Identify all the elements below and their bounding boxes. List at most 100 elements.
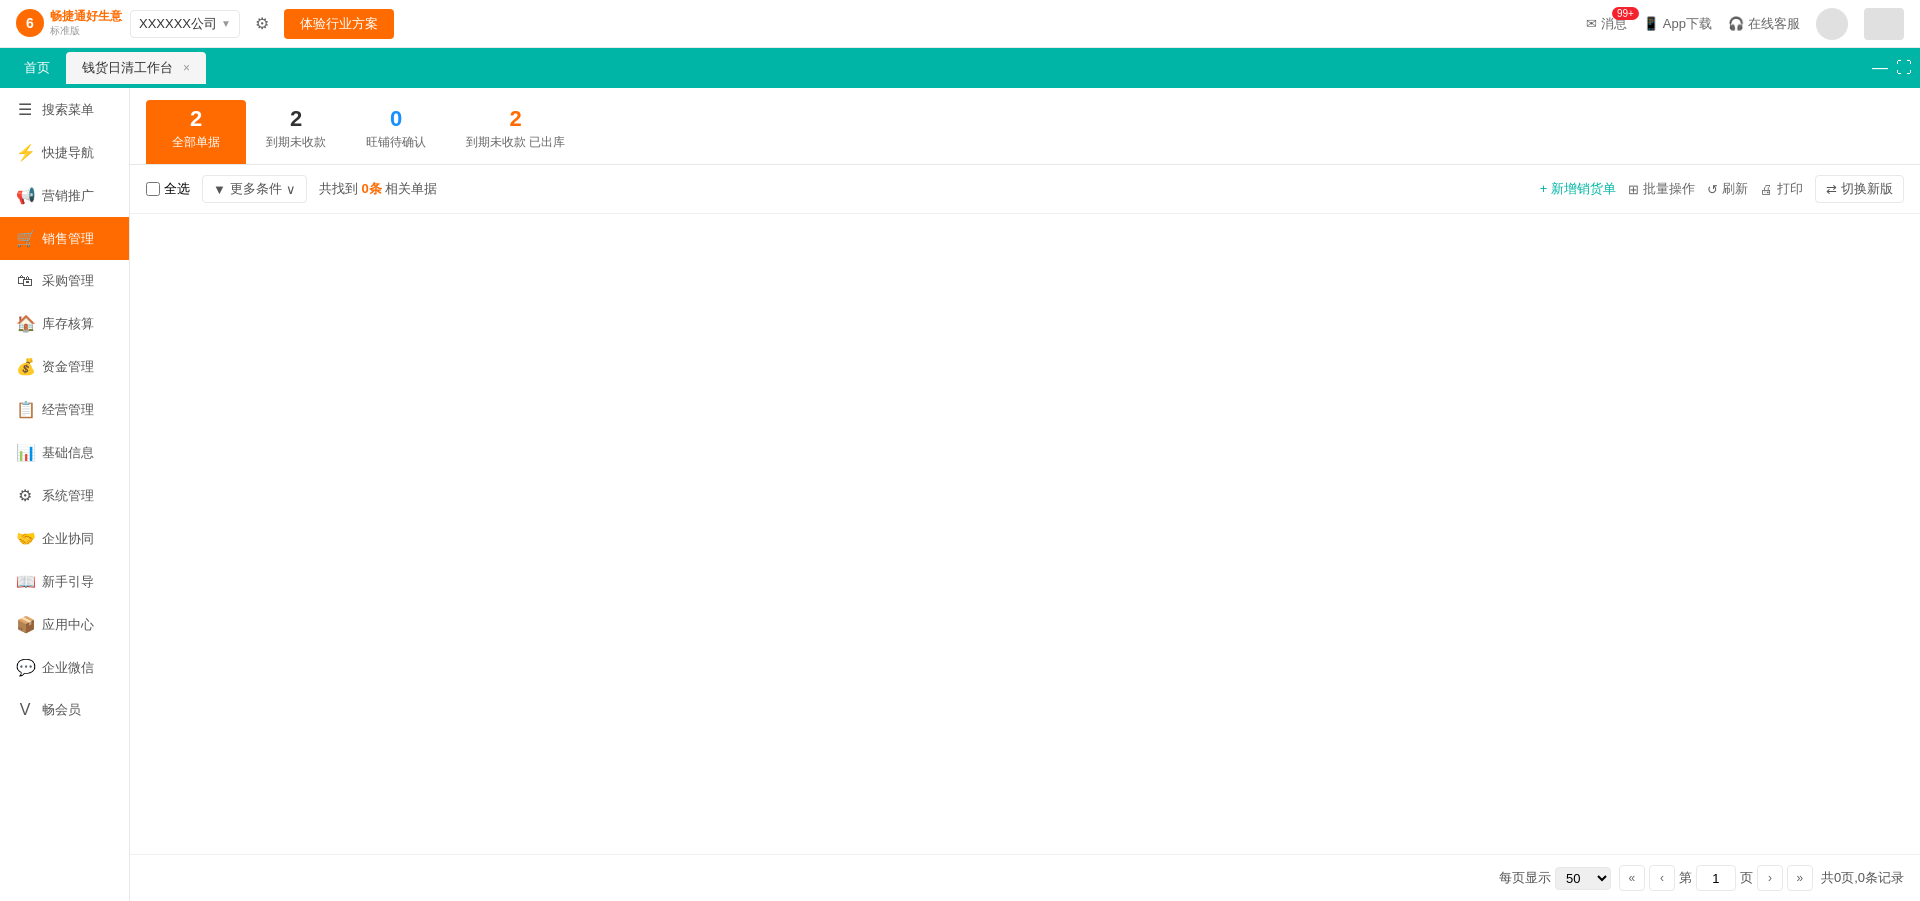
sidebar-item-operations[interactable]: 📋 经营管理 [0, 388, 129, 431]
sidebar-item-wechat[interactable]: 💬 企业微信 [0, 646, 129, 689]
more-filter-button[interactable]: ▼ 更多条件 ∨ [202, 175, 307, 203]
sidebar-item-quicknav[interactable]: ⚡ 快捷导航 [0, 131, 129, 174]
online-service-label: 在线客服 [1748, 15, 1800, 33]
sidebar-item-finance-label: 资金管理 [42, 358, 94, 376]
batch-icon: ⊞ [1628, 182, 1639, 197]
tab-home[interactable]: 首页 [8, 52, 66, 84]
sidebar-item-guide[interactable]: 📖 新手引导 [0, 560, 129, 603]
filter-tab-overdue[interactable]: 2 到期未收款 [246, 100, 346, 164]
toolbar-left: 全选 ▼ 更多条件 ∨ 共找到 0条 相关单据 [146, 175, 437, 203]
last-page-button[interactable]: » [1787, 865, 1813, 891]
operations-icon: 📋 [16, 400, 34, 419]
current-page-input[interactable] [1696, 865, 1736, 891]
sidebar: ☰ 搜索菜单 ⚡ 快捷导航 📢 营销推广 🛒 销售管理 🛍 采购管理 🏠 库存核… [0, 88, 130, 901]
select-all-checkbox[interactable]: 全选 [146, 180, 190, 198]
sidebar-item-enterprise[interactable]: 🤝 企业协同 [0, 517, 129, 560]
online-service-item[interactable]: 🎧 在线客服 [1728, 15, 1800, 33]
message-item[interactable]: ✉ 消息 99+ [1586, 15, 1627, 33]
sidebar-item-app-center[interactable]: 📦 应用中心 [0, 603, 129, 646]
sidebar-item-basic-info[interactable]: 📊 基础信息 [0, 431, 129, 474]
search-menu-icon: ☰ [16, 100, 34, 119]
sidebar-item-enterprise-label: 企业协同 [42, 530, 94, 548]
header-right: ✉ 消息 99+ 📱 App下载 🎧 在线客服 [1586, 8, 1904, 40]
sidebar-item-basic-info-label: 基础信息 [42, 444, 94, 462]
batch-operation-button[interactable]: ⊞ 批量操作 [1628, 180, 1695, 198]
quicknav-icon: ⚡ [16, 143, 34, 162]
tab-maximize-button[interactable]: ⛶ [1896, 59, 1912, 77]
filter-tab-wangpu-count: 0 [390, 106, 402, 132]
sidebar-item-member[interactable]: V 畅会员 [0, 689, 129, 731]
filter-tab-shipped-count: 2 [510, 106, 522, 132]
prev-page-button[interactable]: ‹ [1649, 865, 1675, 891]
filter-tab-overdue-count: 2 [290, 106, 302, 132]
download-icon: 📱 [1643, 16, 1659, 31]
sidebar-item-search[interactable]: ☰ 搜索菜单 [0, 88, 129, 131]
message-badge: 99+ [1612, 7, 1639, 20]
filter-btn-label: 更多条件 [230, 180, 282, 198]
filter-chevron-icon: ∨ [286, 182, 296, 197]
sidebar-item-guide-label: 新手引导 [42, 573, 94, 591]
pagination-bar: 每页显示 50 100 « ‹ 第 页 › » 共0页,0条记录 [130, 854, 1920, 901]
avatar[interactable] [1816, 8, 1848, 40]
sidebar-item-purchase-label: 采购管理 [42, 272, 94, 290]
select-all-input[interactable] [146, 182, 160, 196]
system-icon: ⚙ [16, 486, 34, 505]
page-label: 第 [1679, 869, 1692, 887]
sidebar-item-member-label: 畅会员 [42, 701, 81, 719]
tab-minimize-button[interactable]: — [1872, 59, 1888, 77]
page-size-selector: 每页显示 50 100 [1499, 867, 1611, 890]
inventory-icon: 🏠 [16, 314, 34, 333]
sidebar-item-inventory[interactable]: 🏠 库存核算 [0, 302, 129, 345]
app-download-label: App下载 [1663, 15, 1712, 33]
filter-tab-wangpu-label: 旺铺待确认 [366, 134, 426, 151]
sidebar-item-finance[interactable]: 💰 资金管理 [0, 345, 129, 388]
switch-icon: ⇄ [1826, 182, 1837, 197]
sidebar-item-sales[interactable]: 🛒 销售管理 [0, 217, 129, 260]
tab-workbench[interactable]: 钱货日清工作台 × [66, 52, 206, 84]
message-icon: ✉ [1586, 16, 1597, 31]
next-page-button[interactable]: › [1757, 865, 1783, 891]
app-download-item[interactable]: 📱 App下载 [1643, 15, 1712, 33]
found-text: 共找到 0条 相关单据 [319, 180, 437, 198]
sidebar-item-quicknav-label: 快捷导航 [42, 144, 94, 162]
toolbar: 全选 ▼ 更多条件 ∨ 共找到 0条 相关单据 + 新增销货单 ⊞ 批量操作 [130, 165, 1920, 214]
sidebar-item-app-center-label: 应用中心 [42, 616, 94, 634]
header-left: 6 畅捷通好生意 标准版 XXXXXX公司 ▼ ⚙ 体验行业方案 [16, 9, 394, 39]
filter-tab-all[interactable]: 2 全部单据 [146, 100, 246, 164]
switch-version-button[interactable]: ⇄ 切换新版 [1815, 175, 1904, 203]
sidebar-item-system[interactable]: ⚙ 系统管理 [0, 474, 129, 517]
refresh-label: 刷新 [1722, 180, 1748, 198]
member-icon: V [16, 701, 34, 719]
per-page-select[interactable]: 50 100 [1555, 867, 1611, 890]
filter-icon: ▼ [213, 182, 226, 197]
filter-tab-shipped[interactable]: 2 到期未收款 已出库 [446, 100, 585, 164]
sidebar-item-inventory-label: 库存核算 [42, 315, 94, 333]
table-area [130, 214, 1920, 854]
filter-tab-shipped-label: 到期未收款 已出库 [466, 134, 565, 151]
print-button[interactable]: 🖨 打印 [1760, 180, 1803, 198]
filter-tab-all-count: 2 [190, 106, 202, 132]
print-label: 打印 [1777, 180, 1803, 198]
basic-info-icon: 📊 [16, 443, 34, 462]
filter-tab-overdue-label: 到期未收款 [266, 134, 326, 151]
filter-tabs: 2 全部单据 2 到期未收款 0 旺铺待确认 2 到期未收款 已出库 [130, 88, 1920, 165]
sidebar-item-marketing[interactable]: 📢 营销推广 [0, 174, 129, 217]
company-selector[interactable]: XXXXXX公司 ▼ [130, 10, 240, 38]
per-page-label: 每页显示 [1499, 869, 1551, 887]
settings-icon[interactable]: ⚙ [248, 10, 276, 38]
filter-tab-wangpu[interactable]: 0 旺铺待确认 [346, 100, 446, 164]
refresh-button[interactable]: ↺ 刷新 [1707, 180, 1748, 198]
first-page-button[interactable]: « [1619, 865, 1645, 891]
tab-close-icon[interactable]: × [183, 61, 190, 75]
sidebar-item-search-label: 搜索菜单 [42, 101, 94, 119]
sidebar-item-purchase[interactable]: 🛍 采购管理 [0, 260, 129, 302]
logo-text-area: 畅捷通好生意 标准版 [50, 9, 122, 37]
switch-label: 切换新版 [1841, 180, 1893, 198]
page-navigation: « ‹ 第 页 › » [1619, 865, 1813, 891]
trial-button[interactable]: 体验行业方案 [284, 9, 394, 39]
add-sale-button[interactable]: + 新增销货单 [1540, 180, 1616, 198]
purchase-icon: 🛍 [16, 272, 34, 290]
dropdown-arrow-icon: ▼ [221, 18, 231, 29]
marketing-icon: 📢 [16, 186, 34, 205]
refresh-icon: ↺ [1707, 182, 1718, 197]
